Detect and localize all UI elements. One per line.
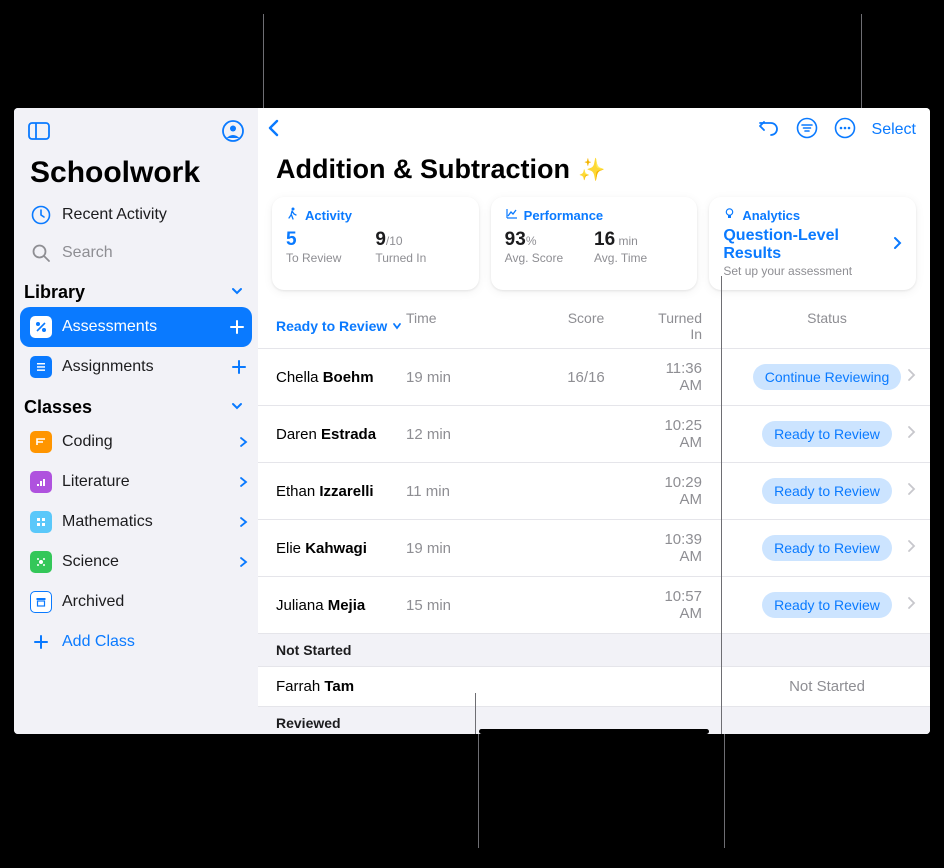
metric-to-review-value: 5 bbox=[286, 229, 375, 251]
metric-label: Turned In bbox=[375, 251, 464, 265]
status-pill[interactable]: Continue Reviewing bbox=[753, 364, 902, 390]
metric-avg-time-value: 16 bbox=[594, 229, 615, 250]
chevron-right-icon bbox=[907, 368, 916, 386]
chevron-right-icon bbox=[238, 515, 248, 529]
chevron-right-icon bbox=[907, 539, 916, 557]
chevron-right-icon bbox=[238, 435, 248, 449]
chevron-right-icon bbox=[907, 425, 916, 443]
class-icon bbox=[30, 551, 52, 573]
chart-line-icon bbox=[505, 207, 518, 223]
col-time[interactable]: Time bbox=[406, 310, 526, 342]
question-level-link[interactable]: Question-Level Results bbox=[723, 227, 892, 263]
sidebar-item-label: Coding bbox=[62, 433, 113, 451]
results-table: Ready to Review Time Score Turned In Sta… bbox=[258, 290, 930, 734]
metric-label: Avg. Time bbox=[594, 251, 683, 265]
card-performance[interactable]: Performance 93% Avg. Score 16 min Avg. T… bbox=[491, 197, 698, 290]
chevron-right-icon bbox=[907, 596, 916, 614]
sidebar-section-classes[interactable]: Classes bbox=[14, 387, 258, 422]
col-status[interactable]: Status bbox=[742, 310, 912, 342]
col-score[interactable]: Score bbox=[526, 310, 646, 342]
clock-icon bbox=[30, 204, 52, 226]
list-icon bbox=[30, 356, 52, 378]
main-content: Select Addition & Subtraction ✨ Activity… bbox=[258, 108, 930, 734]
lightbulb-icon bbox=[723, 207, 736, 223]
section-not-started: Not Started bbox=[258, 633, 930, 666]
plus-icon[interactable] bbox=[230, 358, 248, 376]
metric-turned-in-value: 9 bbox=[375, 229, 386, 250]
sidebar-item-label: Archived bbox=[62, 593, 124, 611]
metric-label: Avg. Score bbox=[505, 251, 594, 265]
plus-icon bbox=[30, 631, 52, 653]
table-header: Ready to Review Time Score Turned In Sta… bbox=[258, 304, 930, 348]
table-row[interactable]: Juliana Mejia 15 min 10:57 AM Ready to R… bbox=[258, 576, 930, 633]
sidebar-item-label: Assignments bbox=[62, 358, 154, 376]
chevron-right-icon bbox=[907, 482, 916, 500]
undo-icon[interactable] bbox=[758, 118, 780, 143]
metric-label: To Review bbox=[286, 251, 375, 265]
sidebar-item-class[interactable]: Literature bbox=[14, 462, 258, 502]
more-icon[interactable] bbox=[834, 117, 856, 144]
sidebar-item-label: Add Class bbox=[62, 633, 135, 651]
analytics-desc: Set up your assessment bbox=[723, 264, 902, 278]
sidebar-item-assessments[interactable]: Assessments bbox=[20, 307, 252, 347]
person-walk-icon bbox=[286, 207, 299, 223]
status-pill[interactable]: Ready to Review bbox=[762, 421, 892, 447]
table-row[interactable]: Farrah Tam Not Started bbox=[258, 666, 930, 706]
card-analytics[interactable]: Analytics Question-Level Results Set up … bbox=[709, 197, 916, 290]
class-icon bbox=[30, 511, 52, 533]
app-title: Schoolwork bbox=[14, 146, 258, 196]
sidebar-recent-activity[interactable]: Recent Activity bbox=[14, 196, 258, 234]
sidebar-item-label: Mathematics bbox=[62, 513, 153, 531]
sidebar-section-library[interactable]: Library bbox=[14, 272, 258, 307]
table-row[interactable]: Chella Boehm 19 min 16/16 11:36 AM Conti… bbox=[258, 348, 930, 405]
sidebar-item-label: Science bbox=[62, 553, 119, 571]
status-pill[interactable]: Ready to Review bbox=[762, 535, 892, 561]
status-pill[interactable]: Ready to Review bbox=[762, 592, 892, 618]
sidebar-search[interactable]: Search bbox=[14, 234, 258, 272]
class-icon bbox=[30, 471, 52, 493]
page-title: Addition & Subtraction ✨ bbox=[258, 144, 930, 197]
table-row[interactable]: Daren Estrada 12 min 10:25 AM Ready to R… bbox=[258, 405, 930, 462]
col-turned-in[interactable]: Turned In bbox=[646, 310, 742, 342]
chevron-right-icon bbox=[238, 475, 248, 489]
sidebar-item-assignments[interactable]: Assignments bbox=[14, 347, 258, 387]
sidebar-item-archived[interactable]: Archived bbox=[14, 582, 258, 622]
sidebar-item-class[interactable]: Science bbox=[14, 542, 258, 582]
sidebar-item-label: Assessments bbox=[62, 318, 157, 336]
status-text: Not Started bbox=[789, 678, 865, 695]
sidebar-item-class[interactable]: Mathematics bbox=[14, 502, 258, 542]
search-icon bbox=[30, 242, 52, 264]
archive-icon bbox=[30, 591, 52, 613]
sidebar-item-class[interactable]: Coding bbox=[14, 422, 258, 462]
sidebar-add-class[interactable]: Add Class bbox=[14, 622, 258, 662]
back-button[interactable] bbox=[266, 117, 282, 144]
filter-icon[interactable] bbox=[796, 117, 818, 144]
card-activity[interactable]: Activity 5 To Review 9/10 Turned In bbox=[272, 197, 479, 290]
col-sort[interactable]: Ready to Review bbox=[276, 310, 406, 342]
table-row[interactable]: Ethan Izzarelli 11 min 10:29 AM Ready to… bbox=[258, 462, 930, 519]
sidebar-item-label: Recent Activity bbox=[62, 206, 167, 224]
status-pill[interactable]: Ready to Review bbox=[762, 478, 892, 504]
chevron-down-icon bbox=[230, 397, 244, 418]
select-button[interactable]: Select bbox=[872, 121, 916, 139]
chevron-right-icon bbox=[892, 236, 902, 255]
class-icon bbox=[30, 431, 52, 453]
sparkle-icon: ✨ bbox=[578, 157, 605, 183]
sidebar-toggle-icon[interactable] bbox=[28, 120, 50, 142]
metric-avg-score-value: 93 bbox=[505, 229, 526, 250]
chevron-down-icon bbox=[230, 282, 244, 303]
chevron-right-icon bbox=[238, 555, 248, 569]
sidebar: Schoolwork Recent Activity Search Librar… bbox=[14, 108, 258, 734]
home-indicator bbox=[479, 729, 709, 734]
account-icon[interactable] bbox=[222, 120, 244, 142]
percent-icon bbox=[30, 316, 52, 338]
plus-icon[interactable] bbox=[228, 318, 246, 336]
sidebar-item-label: Literature bbox=[62, 473, 130, 491]
table-row[interactable]: Elie Kahwagi 19 min 10:39 AM Ready to Re… bbox=[258, 519, 930, 576]
sidebar-item-label: Search bbox=[62, 244, 113, 262]
